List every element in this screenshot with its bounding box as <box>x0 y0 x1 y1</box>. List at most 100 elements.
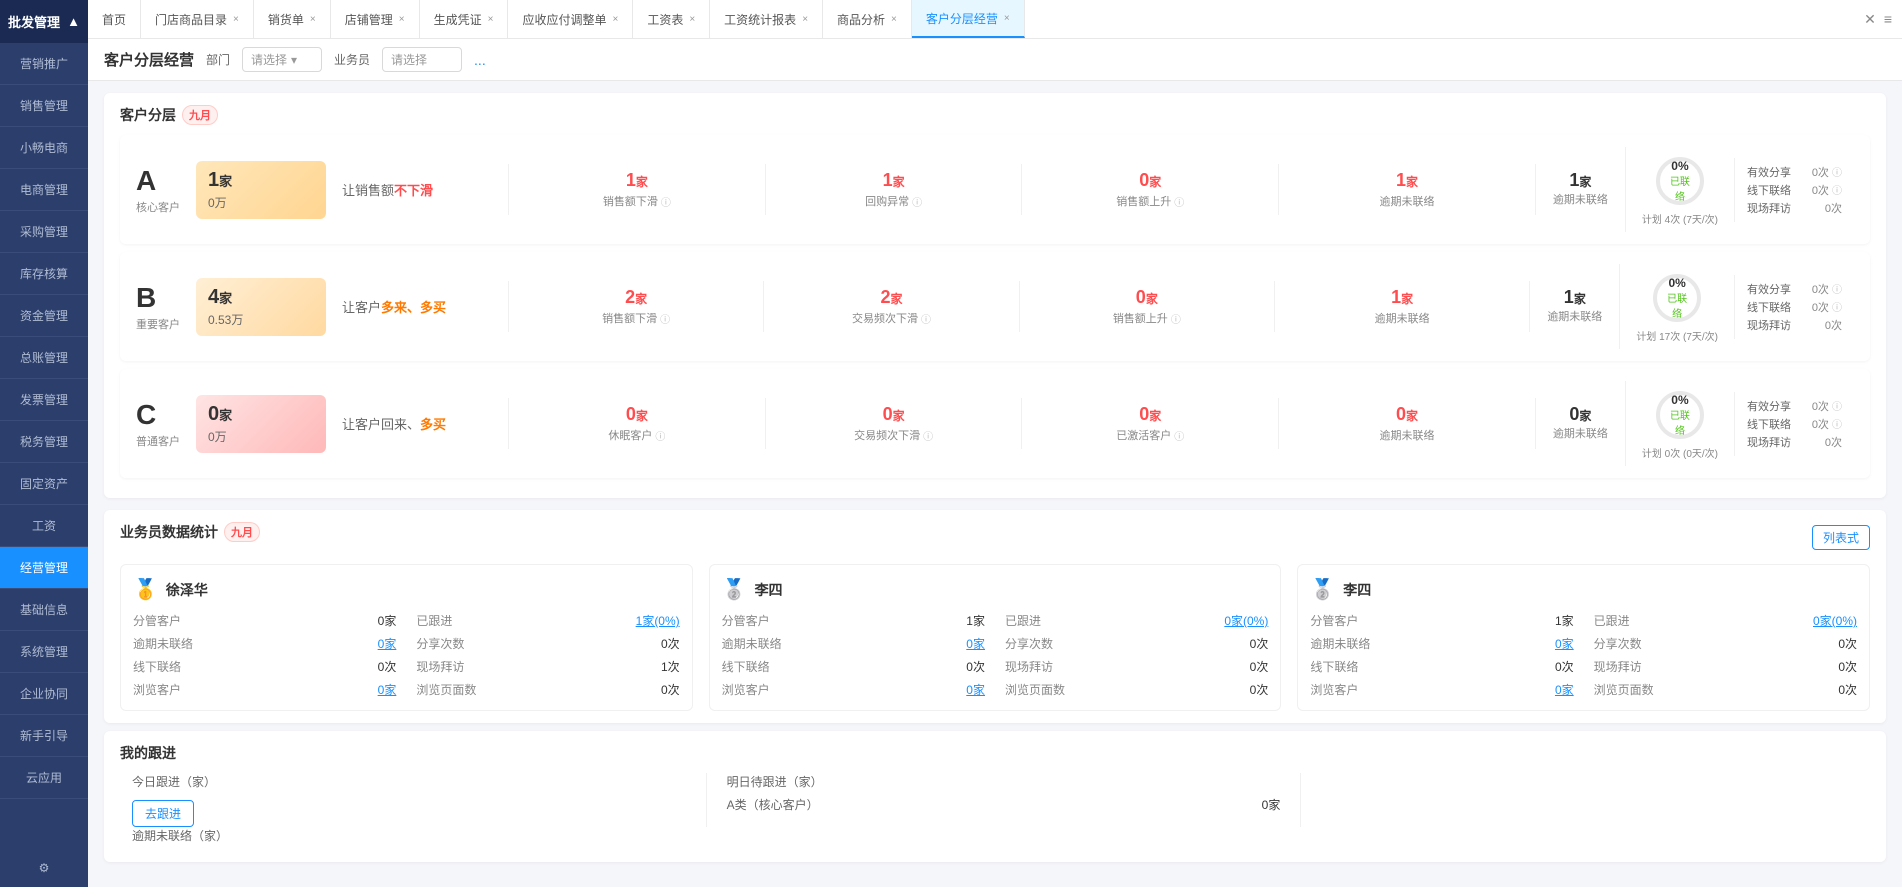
sidebar-item-资金管理[interactable]: 资金管理 <box>0 295 88 337</box>
stat-val[interactable]: 0家 <box>1555 635 1574 652</box>
metric-label: 交易频次下滑 ⓘ <box>852 310 931 326</box>
sidebar-item-采购管理[interactable]: 采购管理 <box>0 211 88 253</box>
tab-商品分析[interactable]: 商品分析× <box>823 0 912 38</box>
info-icon[interactable]: ⓘ <box>1832 420 1842 431</box>
stat-val[interactable]: 0家(0%) <box>1813 612 1857 629</box>
dept-select[interactable]: 请选择 ▾ <box>242 47 322 72</box>
sidebar-item-总账管理[interactable]: 总账管理 <box>0 337 88 379</box>
staff-stat-left-0: 分管客户 0家 <box>133 612 396 629</box>
info-icon[interactable]: ⓘ <box>912 194 922 209</box>
stat-val: 0次 <box>1825 317 1842 333</box>
sidebar-item-库存核算[interactable]: 库存核算 <box>0 253 88 295</box>
metric-box: 2家 销售额下滑 ⓘ <box>508 281 763 332</box>
followup-today-title: 今日跟进（家） <box>132 773 686 790</box>
staff-label: 业务员 <box>334 51 370 68</box>
metric-box: 0家 已激活客户 ⓘ <box>1021 398 1278 449</box>
sidebar-item-固定资产[interactable]: 固定资产 <box>0 463 88 505</box>
tier-count: 1家 <box>208 169 314 192</box>
info-icon[interactable]: ⓘ <box>661 194 671 209</box>
sidebar-item-系统管理[interactable]: 系统管理 <box>0 631 88 673</box>
tab-close-生成凭证[interactable]: × <box>488 14 494 25</box>
stat-val: 0次 ⓘ <box>1812 281 1842 297</box>
tab-close-门店商品目录[interactable]: × <box>233 14 239 25</box>
tier-metrics: 2家 销售额下滑 ⓘ 2家 交易频次下滑 ⓘ 0家 销售额上升 ⓘ 1家 逾期未… <box>508 281 1619 332</box>
info-icon[interactable]: ⓘ <box>660 311 670 326</box>
info-icon[interactable]: ⓘ <box>1174 194 1184 209</box>
tab-门店商品目录[interactable]: 门店商品目录× <box>141 0 254 38</box>
sidebar-item-电商管理[interactable]: 电商管理 <box>0 169 88 211</box>
info-icon[interactable]: ⓘ <box>655 428 665 443</box>
tab-客户分层经营[interactable]: 客户分层经营× <box>912 0 1025 38</box>
sidebar-settings-icon[interactable]: ⚙ <box>0 849 88 887</box>
right-stat-row: 现场拜访 0次 <box>1747 434 1842 450</box>
stat-val[interactable]: 1家(0%) <box>636 612 680 629</box>
sidebar-item-工资[interactable]: 工资 <box>0 505 88 547</box>
staff-header: 🥇 徐泽华 <box>133 577 680 602</box>
main-content: 客户分层 九月 A 核心客户 1家 0万 让销售额不下滑 1家 销售额下滑 ⓘ … <box>88 81 1902 887</box>
staff-select[interactable]: 请选择 <box>382 47 462 72</box>
tab-close-商品分析[interactable]: × <box>891 14 897 25</box>
info-icon[interactable]: ⓘ <box>921 311 931 326</box>
stat-val[interactable]: 0家 <box>966 635 985 652</box>
stat-val[interactable]: 0家(0%) <box>1224 612 1268 629</box>
info-icon[interactable]: ⓘ <box>1171 311 1181 326</box>
tab-close-店铺管理[interactable]: × <box>399 14 405 25</box>
sidebar-header[interactable]: 批发管理 ▲ <box>0 0 88 43</box>
sidebar-item-营销推广[interactable]: 营销推广 <box>0 43 88 85</box>
circle-text: 0% 已联络 <box>1663 276 1691 320</box>
info-icon[interactable]: ⓘ <box>923 428 933 443</box>
tab-close-应收应付调整单[interactable]: × <box>612 14 618 25</box>
tab-close-销货单[interactable]: × <box>310 14 316 25</box>
sidebar-item-税务管理[interactable]: 税务管理 <box>0 421 88 463</box>
staff-medal-icon: 🥇 <box>133 577 158 602</box>
stat-val[interactable]: 0家 <box>378 635 397 652</box>
sidebar-item-新手引导[interactable]: 新手引导 <box>0 715 88 757</box>
metric-label: 销售额下滑 ⓘ <box>602 310 670 326</box>
follow-label: 逾期未联络 <box>1547 308 1602 324</box>
tab-生成凭证[interactable]: 生成凭证× <box>420 0 509 38</box>
info-icon[interactable]: ⓘ <box>1832 168 1842 179</box>
tab-close-工资表[interactable]: × <box>689 14 695 25</box>
go-followup-button[interactable]: 去跟进 <box>132 800 194 827</box>
info-icon[interactable]: ⓘ <box>1174 428 1184 443</box>
list-view-button[interactable]: 列表式 <box>1812 525 1870 550</box>
stat-val[interactable]: 0家 <box>1555 681 1574 698</box>
tab-工资统计报表[interactable]: 工资统计报表× <box>710 0 823 38</box>
info-icon[interactable]: ⓘ <box>1832 402 1842 413</box>
sidebar-item-基础信息[interactable]: 基础信息 <box>0 589 88 631</box>
chevron-down-icon: ▾ <box>291 53 297 67</box>
tab-action-close[interactable]: ✕ <box>1864 11 1876 28</box>
stat-label: 现场拜访 <box>1747 434 1791 450</box>
stat-val[interactable]: 0家 <box>378 681 397 698</box>
divider-1 <box>706 773 707 827</box>
stat-val: 0次 <box>1250 635 1269 652</box>
tab-首页[interactable]: 首页 <box>88 0 141 38</box>
tab-close-客户分层经营[interactable]: × <box>1004 13 1010 24</box>
sidebar-item-企业协同[interactable]: 企业协同 <box>0 673 88 715</box>
tab-应收应付调整单[interactable]: 应收应付调整单× <box>508 0 633 38</box>
sidebar-collapse-icon[interactable]: ▲ <box>67 14 80 29</box>
info-icon[interactable]: ⓘ <box>1832 303 1842 314</box>
more-options-btn[interactable]: ... <box>474 52 486 68</box>
tab-店铺管理[interactable]: 店铺管理× <box>331 0 420 38</box>
tab-close-工资统计报表[interactable]: × <box>802 14 808 25</box>
staff-stat-right-3: 浏览页面数 0次 <box>416 681 679 698</box>
stat-val[interactable]: 0家 <box>966 681 985 698</box>
tabs-container: 首页门店商品目录×销货单×店铺管理×生成凭证×应收应付调整单×工资表×工资统计报… <box>88 0 1846 38</box>
tab-工资表[interactable]: 工资表× <box>633 0 710 38</box>
sidebar-title: 批发管理 <box>8 12 60 31</box>
tab-销货单[interactable]: 销货单× <box>254 0 331 38</box>
tier-label-C: C 普通客户 <box>136 399 196 449</box>
tab-action-menu[interactable]: ≡ <box>1884 11 1892 27</box>
sidebar-item-经营管理[interactable]: 经营管理 <box>0 547 88 589</box>
tier-count-box: 0家 0万 <box>196 395 326 453</box>
sidebar-item-小畅电商[interactable]: 小畅电商 <box>0 127 88 169</box>
info-icon[interactable]: ⓘ <box>1832 186 1842 197</box>
sidebar: 批发管理 ▲ 营销推广销售管理小畅电商电商管理采购管理库存核算资金管理总账管理发… <box>0 0 88 887</box>
staff-stats-grid: 分管客户 1家 已跟进 0家(0%) 逾期未联络 0家 分享次数 0次 线下联络… <box>1310 612 1857 698</box>
sidebar-item-云应用[interactable]: 云应用 <box>0 757 88 799</box>
right-stats: 有效分享 0次 ⓘ 线下联络 0次 ⓘ 现场拜访 0次 <box>1734 392 1854 456</box>
sidebar-item-发票管理[interactable]: 发票管理 <box>0 379 88 421</box>
info-icon[interactable]: ⓘ <box>1832 285 1842 296</box>
sidebar-item-销售管理[interactable]: 销售管理 <box>0 85 88 127</box>
